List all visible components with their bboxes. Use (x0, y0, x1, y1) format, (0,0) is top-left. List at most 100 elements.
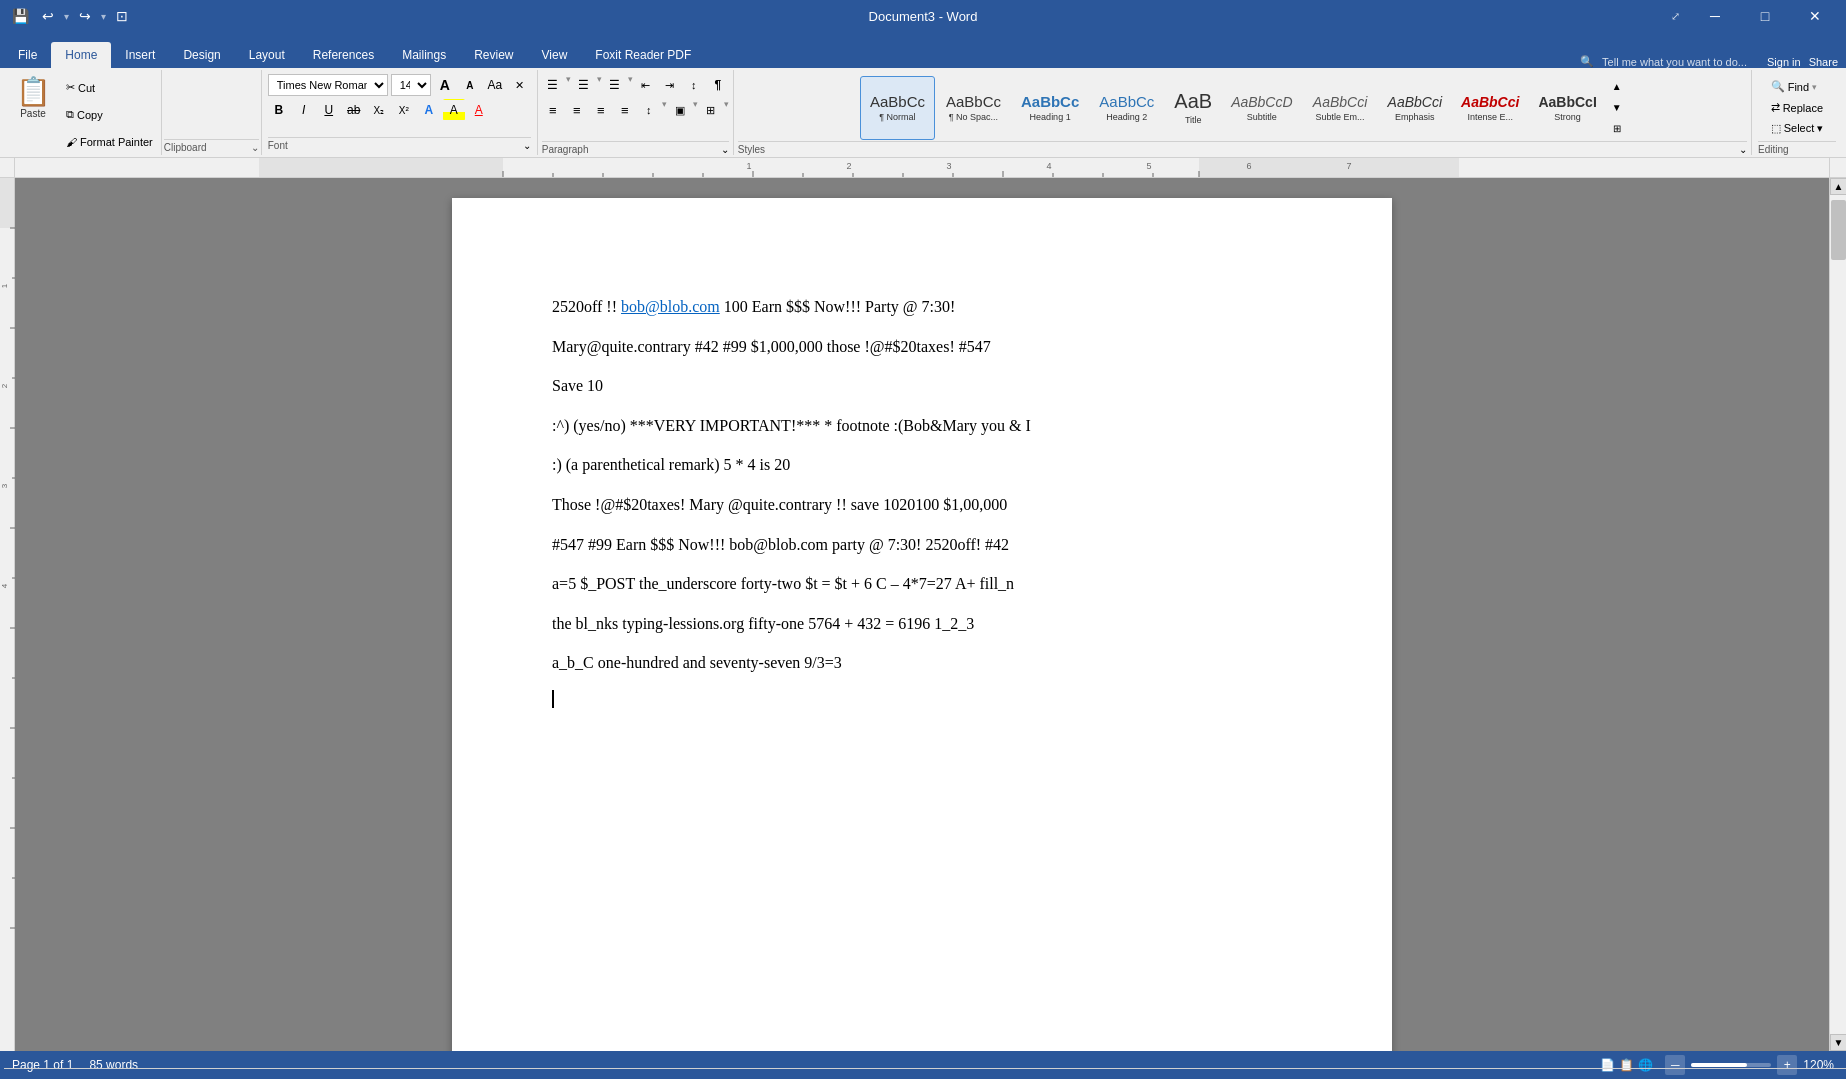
paste-button[interactable]: 📋 Paste (8, 74, 58, 123)
strikethrough-button[interactable]: ab (343, 99, 365, 121)
tab-layout[interactable]: Layout (235, 42, 299, 68)
share-button[interactable]: Share (1809, 56, 1838, 68)
tab-file[interactable]: File (4, 42, 51, 68)
style-strong[interactable]: AaBbCcI Strong (1529, 76, 1605, 140)
sort-button[interactable]: ↕ (683, 74, 705, 96)
align-center-button[interactable]: ≡ (566, 99, 588, 121)
change-case-button[interactable]: Aa (484, 74, 506, 96)
tab-mailings[interactable]: Mailings (388, 42, 460, 68)
numbering-button[interactable]: ☰ (573, 74, 595, 96)
shrink-font-button[interactable]: A (459, 74, 481, 96)
tab-design[interactable]: Design (169, 42, 234, 68)
style-subtitle[interactable]: AaBbCcD Subtitle (1222, 76, 1301, 140)
style-normal[interactable]: AaBbCc ¶ Normal (860, 76, 935, 140)
italic-button[interactable]: I (293, 99, 315, 121)
subscript-button[interactable]: X₂ (368, 99, 390, 121)
paragraph-expand-icon[interactable]: ⌄ (721, 144, 729, 155)
text-cursor (552, 690, 554, 708)
tab-foxit[interactable]: Foxit Reader PDF (581, 42, 705, 68)
scroll-down-button[interactable]: ▼ (1830, 1034, 1846, 1051)
font-name-select[interactable]: Times New Roman (268, 74, 388, 96)
tab-review[interactable]: Review (460, 42, 527, 68)
shading-button[interactable]: ▣ (669, 99, 691, 121)
cut-button[interactable]: ✂ Cut (62, 79, 157, 96)
tab-references[interactable]: References (299, 42, 388, 68)
zoom-in-button[interactable]: + (1777, 1055, 1797, 1075)
zoom-controls: ─ + 120% (1665, 1055, 1834, 1075)
scroll-thumb[interactable] (1831, 200, 1846, 260)
maximize-button[interactable]: □ (1742, 0, 1788, 32)
underline-button[interactable]: U (318, 99, 340, 121)
find-button[interactable]: 🔍 Find ▾ (1765, 78, 1830, 95)
borders-button[interactable]: ⊞ (700, 99, 722, 121)
text-effects-button[interactable]: A (418, 99, 440, 121)
select-button[interactable]: ⬚ Select ▾ (1765, 120, 1830, 137)
tab-insert[interactable]: Insert (111, 42, 169, 68)
decrease-indent-button[interactable]: ⇤ (635, 74, 657, 96)
style-title[interactable]: AaB Title (1165, 76, 1221, 140)
style-emphasis[interactable]: AaBbCci Emphasis (1379, 76, 1451, 140)
font-color-button[interactable]: A (468, 99, 490, 121)
tab-home[interactable]: Home (51, 42, 111, 68)
document-page[interactable]: 2520off !! bob@blob.com 100 Earn $$$ Now… (452, 198, 1392, 1051)
editing-group-label-row: Editing (1758, 141, 1836, 155)
style-no-spacing-preview: AaBbCc (946, 93, 1001, 110)
grow-font-button[interactable]: A (434, 74, 456, 96)
style-heading2[interactable]: AaBbCc Heading 2 (1089, 76, 1164, 140)
align-right-button[interactable]: ≡ (590, 99, 612, 121)
justify-button[interactable]: ≡ (614, 99, 636, 121)
sign-in-button[interactable]: Sign in (1767, 56, 1801, 68)
bold-button[interactable]: B (268, 99, 290, 121)
replace-button[interactable]: ⇄ Replace (1765, 99, 1830, 116)
undo-button[interactable]: ↩ (36, 4, 60, 28)
vertical-ruler: 1 2 3 4 (0, 178, 15, 1051)
vertical-ruler-svg: 1 2 3 4 (0, 178, 15, 978)
doc-line-8: a=5 $_POST the_underscore forty-two $t =… (552, 571, 1292, 597)
style-no-spacing[interactable]: AaBbCc ¶ No Spac... (936, 76, 1011, 140)
zoom-slider[interactable] (1691, 1063, 1771, 1067)
left-ruler-corner (0, 158, 15, 178)
customize-quick-access[interactable]: ⊡ (110, 4, 134, 28)
highlight-button[interactable]: A (443, 99, 465, 121)
redo-button[interactable]: ↪ (73, 4, 97, 28)
scroll-up-button[interactable]: ▲ (1830, 178, 1846, 195)
scissors-icon: ✂ (66, 81, 75, 94)
styles-expand-icon[interactable]: ⌄ (1739, 144, 1747, 155)
styles-expand[interactable]: ⊞ (1609, 119, 1625, 139)
superscript-button[interactable]: X² (393, 99, 415, 121)
clear-formatting-button[interactable]: ✕ (509, 74, 531, 96)
style-intense-em[interactable]: AaBbCci Intense E... (1452, 76, 1528, 140)
format-painter-button[interactable]: 🖌 Format Painter (62, 134, 157, 150)
multilevel-button[interactable]: ☰ (604, 74, 626, 96)
align-left-button[interactable]: ≡ (542, 99, 564, 121)
paragraph-group: ☰ ▾ ☰ ▾ ☰ ▾ ⇤ ⇥ ↕ ¶ ≡ ≡ ≡ ≡ ↕ ▾ ▣ ▾ ⊞ (538, 70, 734, 155)
scroll-track[interactable] (1830, 195, 1846, 1034)
increase-indent-button[interactable]: ⇥ (659, 74, 681, 96)
style-heading1[interactable]: AaBbCc Heading 1 (1012, 76, 1088, 140)
style-intense-em-preview: AaBbCci (1461, 94, 1519, 110)
tab-view[interactable]: View (528, 42, 582, 68)
styles-scroll-up[interactable]: ▲ (1609, 76, 1625, 96)
document-area[interactable]: 2520off !! bob@blob.com 100 Earn $$$ Now… (15, 178, 1829, 1051)
line-spacing-button[interactable]: ↕ (638, 99, 660, 121)
close-button[interactable]: ✕ (1792, 0, 1838, 32)
zoom-out-button[interactable]: ─ (1665, 1055, 1685, 1075)
style-subtle-em[interactable]: AaBbCci Subtle Em... (1303, 76, 1378, 140)
show-hide-button[interactable]: ¶ (707, 74, 729, 96)
email-link-1[interactable]: bob@blob.com (621, 298, 720, 315)
doc-cursor-line (552, 690, 1292, 708)
copy-button[interactable]: ⧉ Copy (62, 106, 157, 123)
paste-icon: 📋 (16, 78, 51, 106)
style-title-name: Title (1185, 115, 1202, 125)
save-button[interactable]: 💾 (8, 4, 32, 28)
font-expand-icon[interactable]: ⌄ (523, 140, 531, 151)
bullets-button[interactable]: ☰ (542, 74, 564, 96)
font-group-label-row: Font ⌄ (268, 137, 531, 151)
svg-text:2: 2 (0, 383, 9, 388)
font-size-select[interactable]: 14 (391, 74, 431, 96)
minimize-button[interactable]: ─ (1692, 0, 1738, 32)
style-subtitle-preview: AaBbCcD (1231, 94, 1292, 110)
cut-label: Cut (78, 82, 95, 94)
clipboard-expand-icon[interactable]: ⌄ (251, 142, 259, 153)
styles-scroll-down[interactable]: ▼ (1609, 97, 1625, 117)
